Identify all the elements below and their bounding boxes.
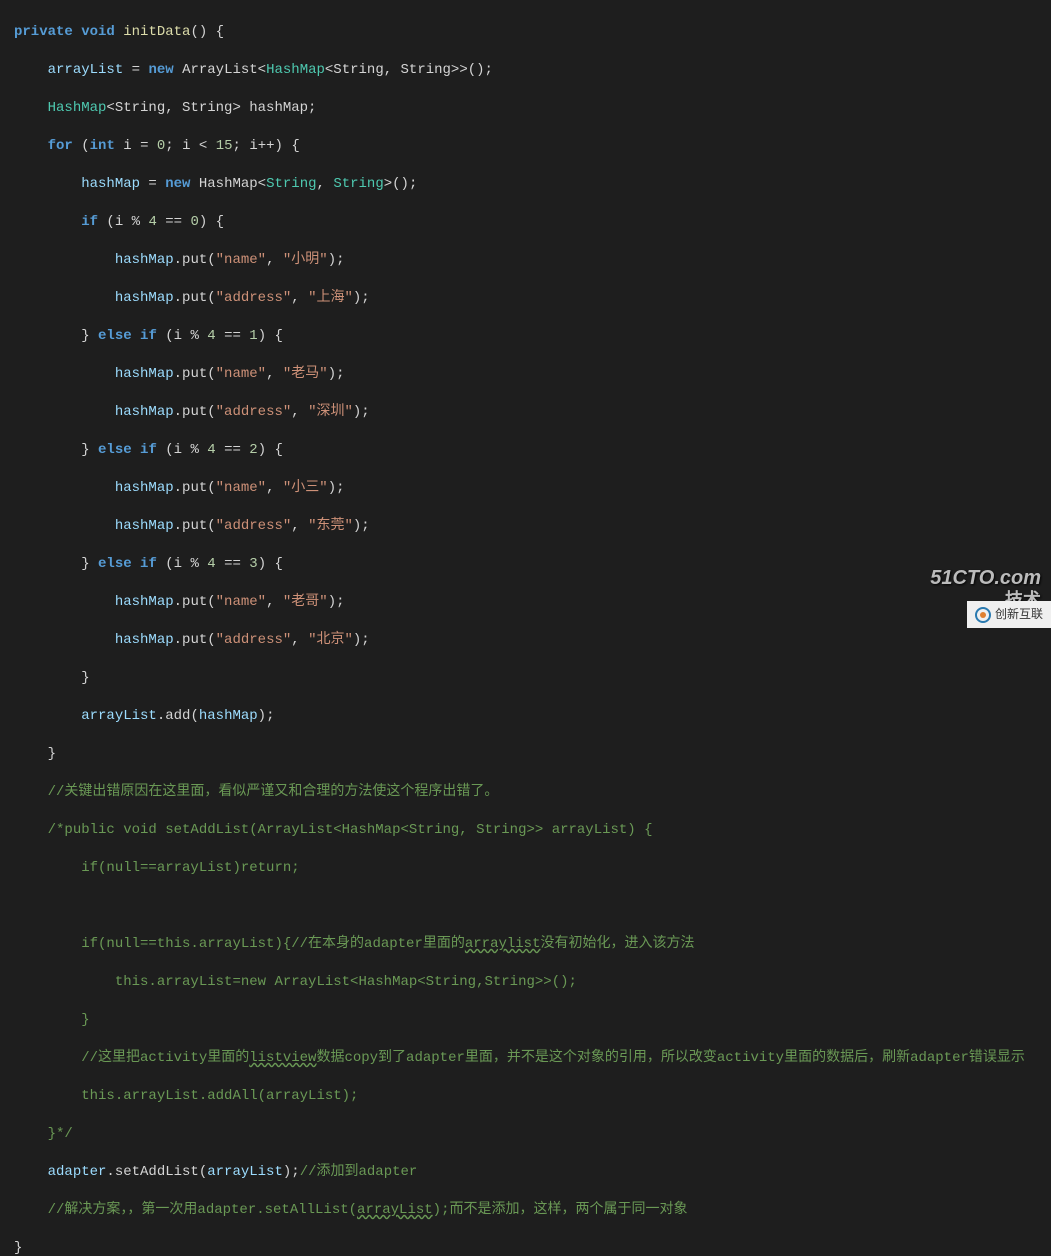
code-line: hashMap.put("address", "北京"); xyxy=(14,631,1051,650)
code-line: } xyxy=(14,669,1051,688)
code-line: }*/ xyxy=(14,1125,1051,1144)
code-line: if(null==this.arrayList){//在本身的adapter里面… xyxy=(14,935,1051,954)
code-line: hashMap.put("address", "上海"); xyxy=(14,289,1051,308)
code-line: } xyxy=(14,745,1051,764)
code-line: } else if (i % 4 == 1) { xyxy=(14,327,1051,346)
code-line: HashMap<String, String> hashMap; xyxy=(14,99,1051,118)
corner-text: 创新互联 xyxy=(995,605,1043,624)
code-line: if(null==arrayList)return; xyxy=(14,859,1051,878)
code-line: hashMap.put("address", "深圳"); xyxy=(14,403,1051,422)
corner-logo: 创新互联 xyxy=(967,601,1051,628)
watermark-main: 51CTO.com xyxy=(930,569,1041,588)
code-line: //这里把activity里面的listview数据copy到了adapter里… xyxy=(14,1049,1051,1068)
logo-icon xyxy=(975,607,991,623)
code-line: if (i % 4 == 0) { xyxy=(14,213,1051,232)
code-line: hashMap.put("name", "小三"); xyxy=(14,479,1051,498)
code-line xyxy=(14,897,1051,916)
code-line: hashMap.put("name", "老哥"); xyxy=(14,593,1051,612)
code-line: } else if (i % 4 == 2) { xyxy=(14,441,1051,460)
code-line: this.arrayList=new ArrayList<HashMap<Str… xyxy=(14,973,1051,992)
code-line: hashMap.put("name", "老马"); xyxy=(14,365,1051,384)
code-line: hashMap = new HashMap<String, String>(); xyxy=(14,175,1051,194)
code-line: /*public void setAddList(ArrayList<HashM… xyxy=(14,821,1051,840)
code-line: hashMap.put("name", "小明"); xyxy=(14,251,1051,270)
code-line: //解决方案，，第一次用adapter.setAllList(arrayList… xyxy=(14,1201,1051,1220)
code-line: } xyxy=(14,1011,1051,1030)
code-line: } xyxy=(14,1239,1051,1256)
code-line: adapter.setAddList(arrayList);//添加到adapt… xyxy=(14,1163,1051,1182)
code-line: this.arrayList.addAll(arrayList); xyxy=(14,1087,1051,1106)
code-line: } else if (i % 4 == 3) { xyxy=(14,555,1051,574)
code-line: for (int i = 0; i < 15; i++) { xyxy=(14,137,1051,156)
code-editor[interactable]: private void initData() { arrayList = ne… xyxy=(0,0,1051,1256)
code-line: arrayList.add(hashMap); xyxy=(14,707,1051,726)
code-line: arrayList = new ArrayList<HashMap<String… xyxy=(14,61,1051,80)
code-line: //关键出错原因在这里面，看似严谨又和合理的方法使这个程序出错了。 xyxy=(14,783,1051,802)
code-line: hashMap.put("address", "东莞"); xyxy=(14,517,1051,536)
code-line: private void initData() { xyxy=(14,23,1051,42)
